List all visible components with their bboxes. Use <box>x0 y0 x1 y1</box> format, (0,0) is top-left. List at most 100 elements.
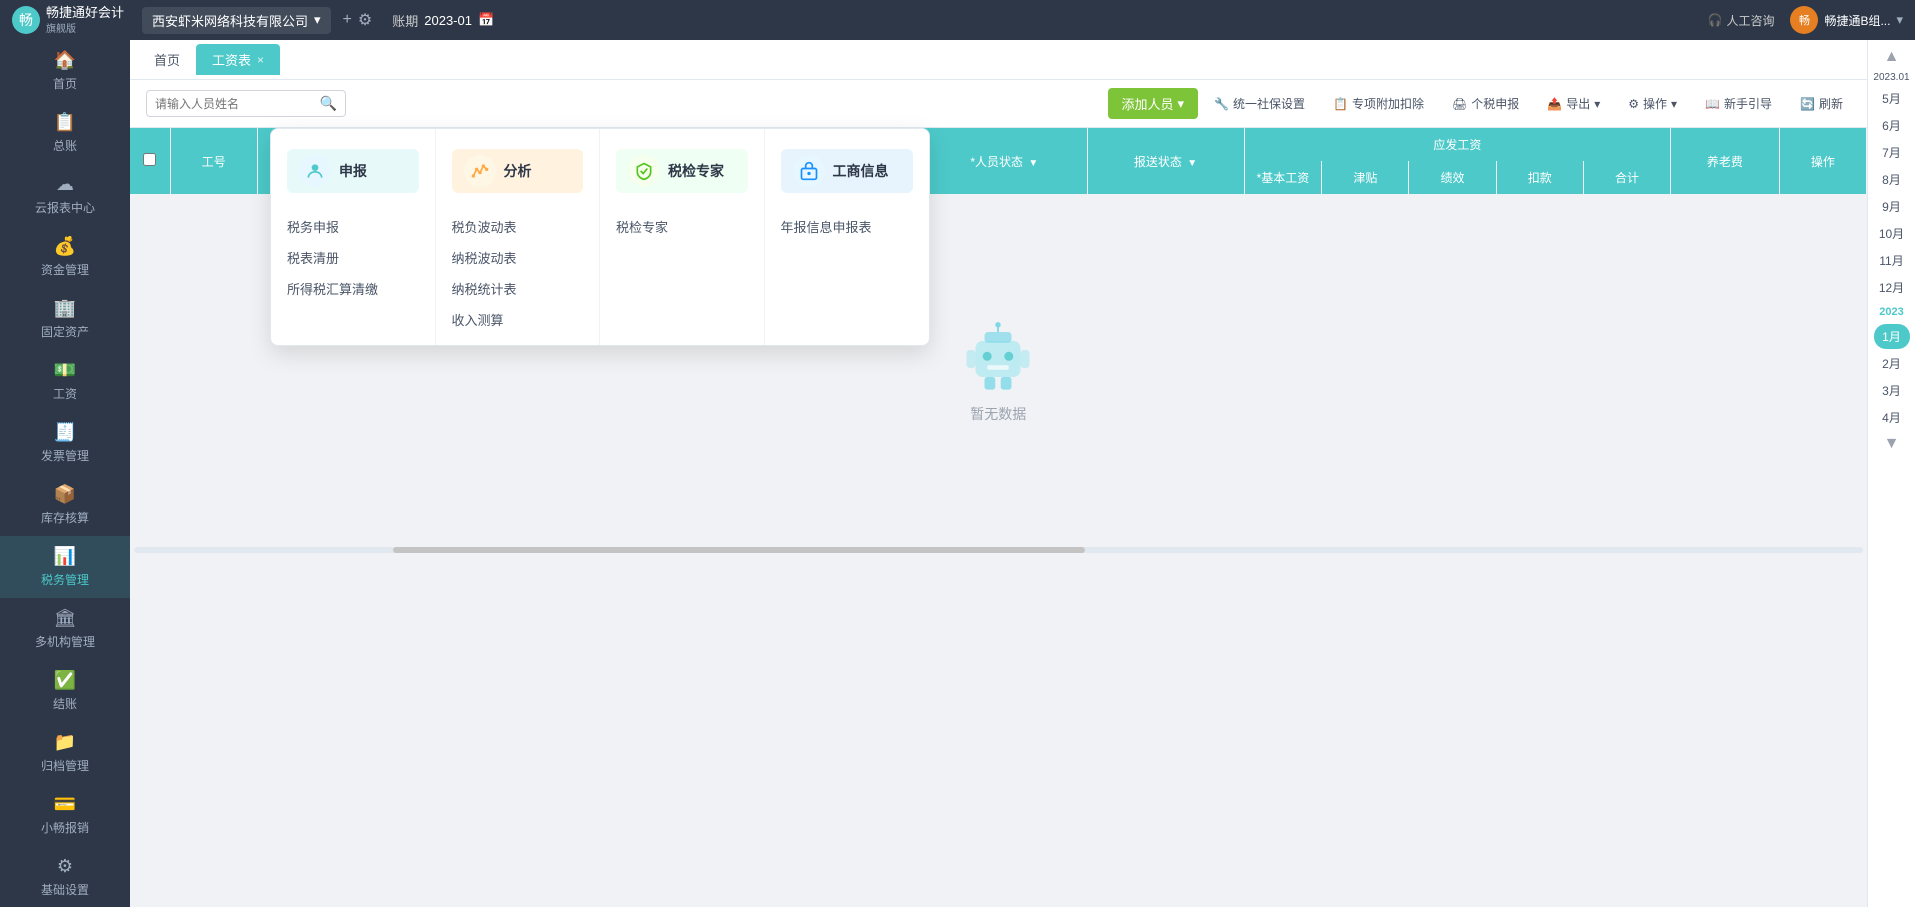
sidebar-item-assets[interactable]: 🏢 固定资产 <box>0 288 130 350</box>
add-btn-dropdown-icon: ▾ <box>1178 96 1185 112</box>
funds-icon: 💰 <box>54 236 76 257</box>
timeline-month-10[interactable]: 10月 <box>1874 221 1910 246</box>
sidebar-label-settings: 基础设置 <box>41 881 89 898</box>
menu-item-tax-declaration[interactable]: 税务申报 <box>287 209 419 240</box>
timeline-month-1[interactable]: 1月 <box>1874 324 1910 349</box>
declaration-section-title: 申报 <box>339 161 367 181</box>
search-input[interactable] <box>155 97 314 111</box>
timeline-month-8[interactable]: 8月 <box>1874 167 1910 192</box>
sidebar-item-expense[interactable]: 💳 小畅报销 <box>0 784 130 846</box>
sidebar-item-ledger[interactable]: 📋 总账 <box>0 102 130 164</box>
tab-close-btn[interactable]: × <box>257 53 264 67</box>
logo-area: 畅 畅捷通好会计 旗舰版 <box>12 5 142 36</box>
sidebar-label-inventory: 库存核算 <box>41 509 89 526</box>
timeline-nav-down[interactable]: ▼ <box>1880 431 1904 457</box>
toolbar: 🔍 添加人员 ▾ 🔧 统一社保设置 📋 专项附加扣除 🖨 个税申报 <box>130 80 1867 128</box>
th-performance: 绩效 <box>1409 161 1496 194</box>
sidebar-item-funds[interactable]: 💰 资金管理 <box>0 226 130 288</box>
menu-item-income-tax[interactable]: 所得税汇算清缴 <box>287 271 419 302</box>
timeline-month-11[interactable]: 11月 <box>1874 248 1910 273</box>
timeline-month-6[interactable]: 6月 <box>1874 113 1910 138</box>
tab-home[interactable]: 首页 <box>142 44 192 75</box>
select-all-checkbox[interactable] <box>143 153 156 166</box>
service-btn[interactable]: 🎧 人工咨询 <box>1707 12 1774 29</box>
top-header: 畅 畅捷通好会计 旗舰版 西安虾米网络科技有限公司 ▾ + ⚙ 账期 2023-… <box>0 0 1915 40</box>
menu-item-tax-statistics[interactable]: 纳税统计表 <box>452 271 584 302</box>
sidebar-item-tax[interactable]: 📊 税务管理 <box>0 536 130 598</box>
sidebar-item-close-accounts[interactable]: ✅ 结账 <box>0 660 130 722</box>
sidebar-label-multiorg: 多机构管理 <box>35 633 95 650</box>
timeline-month-5[interactable]: 5月 <box>1874 86 1910 111</box>
sidebar-item-home[interactable]: 🏠 首页 <box>0 40 130 102</box>
cloud-icon: ☁ <box>56 174 74 195</box>
operation-btn[interactable]: ⚙ 操作 ▾ <box>1620 91 1685 116</box>
social-insurance-btn[interactable]: 🔧 统一社保设置 <box>1206 91 1313 116</box>
th-checkbox[interactable] <box>130 128 170 194</box>
menu-item-tax-fluctuation[interactable]: 纳税波动表 <box>452 240 584 271</box>
menu-section-business: 工商信息 年报信息申报表 <box>765 129 930 345</box>
guide-btn[interactable]: 📖 新手引导 <box>1697 91 1780 116</box>
tax-expert-section-bg: 税检专家 <box>616 149 748 193</box>
user-dropdown-icon: ▾ <box>1896 12 1903 28</box>
menu-section-declaration: 申报 税务申报 税表清册 所得税汇算清缴 <box>271 129 436 345</box>
analysis-section-title: 分析 <box>504 161 532 181</box>
sidebar-item-multiorg[interactable]: 🏛 多机构管理 <box>0 598 130 660</box>
timeline-month-4[interactable]: 4月 <box>1874 405 1910 430</box>
scroll-track <box>134 547 1863 553</box>
special-deduction-btn[interactable]: 📋 专项附加扣除 <box>1325 91 1432 116</box>
sidebar-label-expense: 小畅报销 <box>41 819 89 836</box>
sidebar-label-assets: 固定资产 <box>41 323 89 340</box>
add-company-btn[interactable]: + <box>343 11 352 29</box>
empty-robot-icon <box>953 314 1043 404</box>
horizontal-scrollbar[interactable] <box>130 544 1867 556</box>
operation-dropdown-icon: ▾ <box>1671 97 1677 111</box>
user-area[interactable]: 畅 畅捷通B组... ▾ <box>1790 6 1903 34</box>
th-status: *人员状态 ▼ <box>922 128 1087 194</box>
inventory-icon: 📦 <box>54 484 76 505</box>
sidebar-item-archive[interactable]: 📁 归档管理 <box>0 722 130 784</box>
refresh-icon: 🔄 <box>1800 97 1815 111</box>
refresh-btn[interactable]: 🔄 刷新 <box>1792 91 1851 116</box>
tax-icon: 📊 <box>54 546 76 567</box>
timeline-month-9[interactable]: 9月 <box>1874 194 1910 219</box>
sidebar-item-cloud[interactable]: ☁ 云报表中心 <box>0 164 130 226</box>
sidebar-item-salary[interactable]: 💵 工资 <box>0 350 130 412</box>
menu-item-income-estimate[interactable]: 收入测算 <box>452 302 584 333</box>
sidebar-label-funds: 资金管理 <box>41 261 89 278</box>
sidebar-item-settings[interactable]: ⚙ 基础设置 <box>0 846 130 907</box>
timeline-month-3[interactable]: 3月 <box>1874 378 1910 403</box>
period-value[interactable]: 2023-01 <box>424 13 472 28</box>
tab-payroll[interactable]: 工资表 × <box>196 44 280 75</box>
tax-declaration-btn[interactable]: 🖨 个税申报 <box>1444 91 1527 116</box>
toolbar-actions: 🔧 统一社保设置 📋 专项附加扣除 🖨 个税申报 📤 导出 ▾ ⚙ <box>1206 91 1851 116</box>
settings-icon[interactable]: ⚙ <box>358 10 372 30</box>
menu-item-tax-expert[interactable]: 税检专家 <box>616 209 748 240</box>
menu-section-tax-expert: 税检专家 税检专家 <box>600 129 765 345</box>
calendar-icon[interactable]: 📅 <box>478 12 494 28</box>
sidebar-label-home: 首页 <box>53 75 77 92</box>
add-employee-btn[interactable]: 添加人员 ▾ <box>1108 88 1199 119</box>
special-deduction-label: 专项附加扣除 <box>1352 95 1424 112</box>
special-deduction-icon: 📋 <box>1333 97 1348 111</box>
timeline-month-7[interactable]: 7月 <box>1874 140 1910 165</box>
company-selector[interactable]: 西安虾米网络科技有限公司 ▾ <box>142 7 331 34</box>
operation-label: 操作 <box>1643 95 1667 112</box>
logo-subtext: 旗舰版 <box>46 20 124 35</box>
timeline-panel: ▲ 2023.01 5月 6月 7月 8月 9月 10月 11月 12月 202… <box>1867 40 1915 907</box>
menu-item-tax-table[interactable]: 税表清册 <box>287 240 419 271</box>
sidebar-item-inventory[interactable]: 📦 库存核算 <box>0 474 130 536</box>
tax-expert-section-title: 税检专家 <box>668 161 724 181</box>
timeline-month-2[interactable]: 2月 <box>1874 351 1910 376</box>
scroll-thumb[interactable] <box>393 547 1085 553</box>
timeline-month-12[interactable]: 12月 <box>1874 275 1910 300</box>
menu-item-tax-burden[interactable]: 税负波动表 <box>452 209 584 240</box>
sidebar: 🏠 首页 📋 总账 ☁ 云报表中心 💰 资金管理 🏢 固定资产 💵 工资 🧾 发… <box>0 40 130 907</box>
sidebar-label-ledger: 总账 <box>53 137 77 154</box>
menu-item-annual-report[interactable]: 年报信息申报表 <box>781 209 914 240</box>
refresh-label: 刷新 <box>1819 95 1843 112</box>
export-btn[interactable]: 📤 导出 ▾ <box>1539 91 1608 116</box>
declaration-icon <box>299 155 331 187</box>
operation-icon: ⚙ <box>1628 97 1639 111</box>
timeline-nav-up[interactable]: ▲ <box>1880 44 1904 70</box>
sidebar-item-invoice[interactable]: 🧾 发票管理 <box>0 412 130 474</box>
